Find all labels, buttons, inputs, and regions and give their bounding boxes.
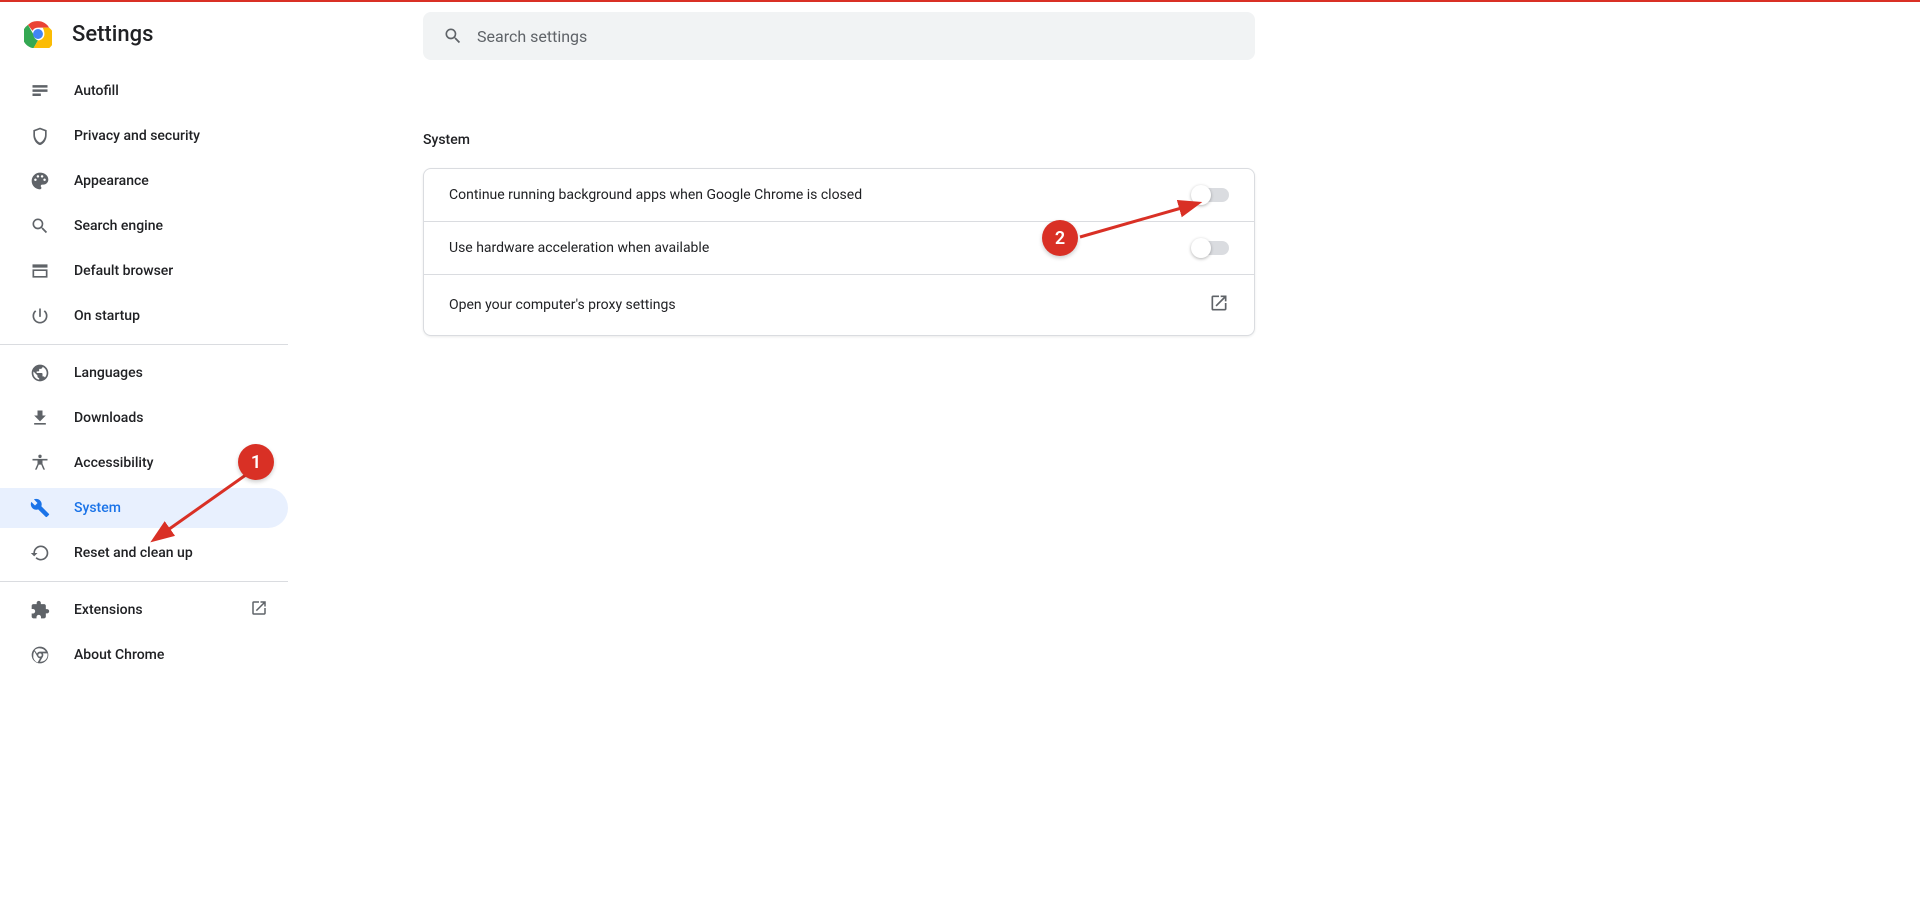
sidebar-item-label: Default browser [74, 263, 288, 279]
sidebar-item-search-engine[interactable]: Search engine [0, 206, 288, 246]
sidebar-item-label: Privacy and security [74, 128, 288, 144]
sidebar-item-privacy[interactable]: Privacy and security [0, 116, 288, 156]
row-label: Open your computer's proxy settings [449, 297, 676, 313]
annotation-arrow-2 [1075, 197, 1205, 247]
sidebar-item-languages[interactable]: Languages [0, 353, 288, 393]
sidebar-item-label: Downloads [74, 410, 288, 426]
search-input[interactable] [477, 27, 1235, 46]
sidebar-item-on-startup[interactable]: On startup [0, 296, 288, 336]
wrench-icon [28, 498, 52, 518]
annotation-badge-2: 2 [1042, 220, 1078, 256]
accessibility-icon [28, 453, 52, 473]
sidebar-item-downloads[interactable]: Downloads [0, 398, 288, 438]
browser-icon [28, 261, 52, 281]
sidebar-item-label: Languages [74, 365, 288, 381]
download-icon [28, 408, 52, 428]
page-title: Settings [72, 22, 153, 47]
divider [0, 344, 288, 345]
sidebar-item-label: Extensions [74, 602, 250, 618]
puzzle-icon [28, 600, 52, 620]
row-proxy-settings[interactable]: Open your computer's proxy settings [424, 274, 1254, 335]
sidebar-item-label: About Chrome [74, 647, 288, 663]
sidebar-item-label: Autofill [74, 83, 288, 99]
external-link-icon [1209, 293, 1229, 317]
search-container[interactable] [423, 12, 1255, 60]
chrome-logo-icon [24, 20, 52, 48]
divider [0, 581, 288, 582]
row-label: Use hardware acceleration when available [449, 240, 709, 256]
globe-icon [28, 363, 52, 383]
sidebar: Autofill Privacy and security Appearance… [0, 71, 288, 675]
autofill-icon [28, 81, 52, 101]
palette-icon [28, 171, 52, 191]
annotation-badge-1: 1 [238, 444, 274, 480]
row-label: Continue running background apps when Go… [449, 187, 862, 203]
external-link-icon [250, 599, 268, 621]
restore-icon [28, 543, 52, 563]
sidebar-item-label: Appearance [74, 173, 288, 189]
sidebar-item-default-browser[interactable]: Default browser [0, 251, 288, 291]
sidebar-item-about-chrome[interactable]: About Chrome [0, 635, 288, 675]
sidebar-item-label: On startup [74, 308, 288, 324]
section-title: System [423, 132, 1255, 148]
header: Settings [0, 2, 153, 66]
search-icon [443, 26, 463, 46]
chrome-outline-icon [28, 645, 52, 665]
sidebar-item-autofill[interactable]: Autofill [0, 71, 288, 111]
sidebar-item-appearance[interactable]: Appearance [0, 161, 288, 201]
sidebar-item-label: Search engine [74, 218, 288, 234]
shield-icon [28, 126, 52, 146]
settings-card: Continue running background apps when Go… [423, 168, 1255, 336]
power-icon [28, 306, 52, 326]
search-icon [28, 216, 52, 236]
sidebar-item-extensions[interactable]: Extensions [0, 590, 288, 630]
